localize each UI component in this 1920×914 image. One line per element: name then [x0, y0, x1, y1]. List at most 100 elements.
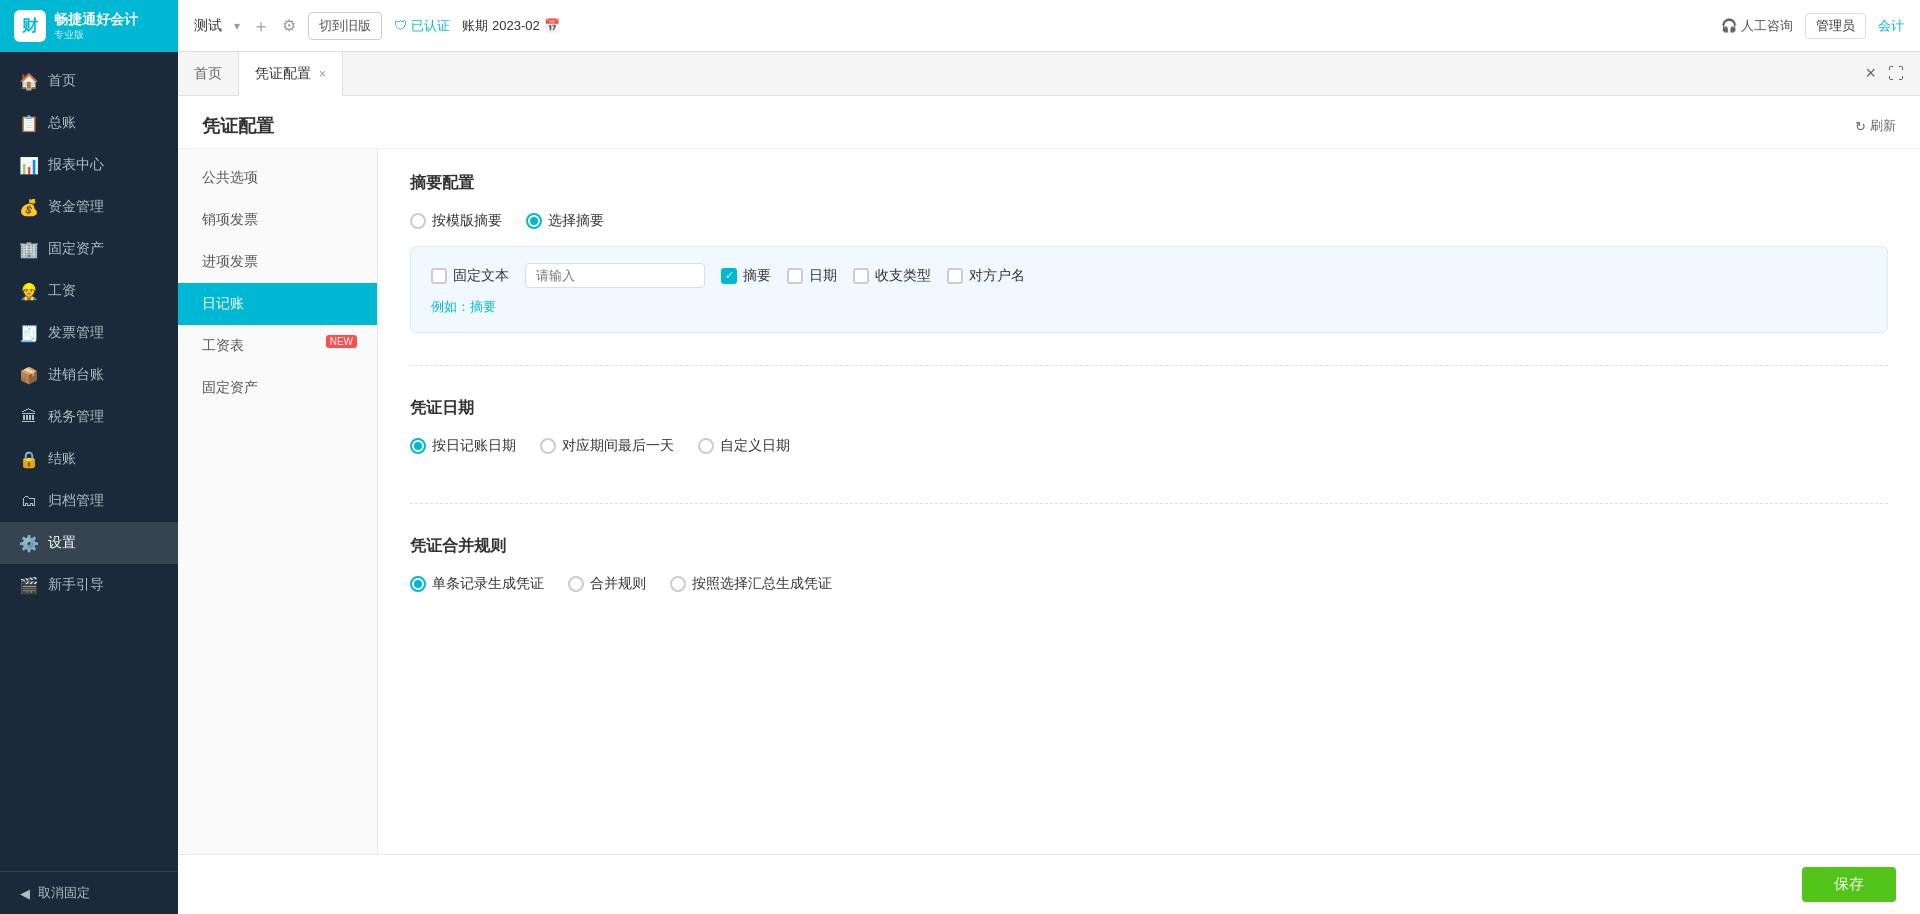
sidebar-icon-assets: 🏢 [20, 240, 38, 258]
merge-section: 凭证合并规则 单条记录生成凭证 合并规则 按照选择汇总生成凭证 [410, 536, 1888, 641]
summary-section: 摘要配置 按模版摘要 选择摘要 固定文本 [410, 173, 1888, 366]
merge-rule-radio[interactable] [568, 576, 584, 592]
fixed-text-checkbox[interactable] [431, 268, 447, 284]
tabbar: 首页凭证配置× × ⛶ [178, 52, 1920, 96]
counterparty-checkbox[interactable] [947, 268, 963, 284]
sidebar-item-ledger[interactable]: 📋 总账 [0, 102, 178, 144]
close-panel-btn[interactable]: × [1865, 63, 1876, 84]
income-type-checkbox[interactable] [853, 268, 869, 284]
admin-btn[interactable]: 管理员 [1805, 13, 1866, 39]
unpin-icon: ◀ [20, 886, 30, 901]
summary-option-template[interactable]: 按模版摘要 [410, 212, 502, 230]
sidebar-item-assets[interactable]: 🏢 固定资产 [0, 228, 178, 270]
save-button[interactable]: 保存 [1802, 867, 1896, 902]
page-header: 凭证配置 ↻ 刷新 [178, 96, 1920, 149]
sidebar-icon-guide: 🎬 [20, 576, 38, 594]
single-radio[interactable] [410, 576, 426, 592]
account-period: 账期 2023-02 📅 [462, 17, 560, 35]
left-nav-purchase[interactable]: 进项发票 [178, 241, 377, 283]
merge-title: 凭证合并规则 [410, 536, 1888, 557]
sidebar-label-purchase: 进销台账 [48, 366, 104, 384]
summary-checkbox[interactable] [721, 268, 737, 284]
sidebar-item-home[interactable]: 🏠 首页 [0, 60, 178, 102]
sidebar-item-invoices[interactable]: 🧾 发票管理 [0, 312, 178, 354]
sidebar-icon-tax: 🏛 [20, 408, 38, 426]
sidebar-item-settings[interactable]: ⚙️ 设置 [0, 522, 178, 564]
sidebar-item-funds[interactable]: 💰 资金管理 [0, 186, 178, 228]
summary-title: 摘要配置 [410, 173, 1888, 194]
switch-version-btn[interactable]: 切到旧版 [308, 12, 382, 40]
summary-config-row: 固定文本 摘要 日期 收支类型 [431, 263, 1867, 288]
add-project-btn[interactable]: ＋ [252, 14, 270, 38]
calendar-icon[interactable]: 📅 [544, 18, 560, 33]
template-radio[interactable] [410, 213, 426, 229]
summary-option-select[interactable]: 选择摘要 [526, 212, 604, 230]
role-label: 会计 [1878, 17, 1904, 35]
tab-close-voucher-config[interactable]: × [319, 67, 326, 81]
sidebar-item-tax[interactable]: 🏛 税务管理 [0, 396, 178, 438]
logo-icon: 财 [14, 10, 46, 42]
date-section: 凭证日期 按日记账日期 对应期间最后一天 自定义日期 [410, 398, 1888, 504]
left-nav-payroll[interactable]: 工资表NEW▾ [178, 325, 377, 367]
date-option-journal[interactable]: 按日记账日期 [410, 437, 516, 455]
last-day-radio[interactable] [540, 438, 556, 454]
right-content: 摘要配置 按模版摘要 选择摘要 固定文本 [378, 149, 1920, 914]
custom-date-radio[interactable] [698, 438, 714, 454]
merge-option-rule[interactable]: 合并规则 [568, 575, 646, 593]
date-option-last-day[interactable]: 对应期间最后一天 [540, 437, 674, 455]
income-type-label: 收支类型 [875, 267, 931, 285]
sidebar-label-archive: 归档管理 [48, 492, 104, 510]
sidebar: 财 畅捷通好会计 专业版 🏠 首页 📋 总账 📊 报表中心 💰 资金管理 🏢 固… [0, 0, 178, 914]
counterparty-checkbox-item[interactable]: 对方户名 [947, 267, 1025, 285]
sidebar-item-purchase[interactable]: 📦 进销台账 [0, 354, 178, 396]
left-nav-public[interactable]: 公共选项 [178, 157, 377, 199]
expand-panel-btn[interactable]: ⛶ [1888, 65, 1904, 83]
last-day-label: 对应期间最后一天 [562, 437, 674, 455]
date-checkbox-item[interactable]: 日期 [787, 267, 837, 285]
sidebar-item-guide[interactable]: 🎬 新手引导 [0, 564, 178, 606]
sidebar-icon-reports: 📊 [20, 156, 38, 174]
settings-icon[interactable]: ⚙ [282, 16, 296, 35]
left-nav-sales[interactable]: 销项发票 [178, 199, 377, 241]
left-nav-journal[interactable]: 日记账 [178, 283, 377, 325]
date-title: 凭证日期 [410, 398, 1888, 419]
sidebar-label-home: 首页 [48, 72, 76, 90]
sidebar-icon-ledger: 📋 [20, 114, 38, 132]
sidebar-icon-archive: 🗂 [20, 492, 38, 510]
tab-voucher-config[interactable]: 凭证配置× [239, 52, 343, 96]
journal-date-radio[interactable] [410, 438, 426, 454]
merge-option-single[interactable]: 单条记录生成凭证 [410, 575, 544, 593]
refresh-btn[interactable]: ↻ 刷新 [1855, 117, 1896, 135]
shield-icon: 🛡 [394, 18, 407, 33]
app-logo: 财 畅捷通好会计 专业版 [0, 0, 178, 52]
unpin-sidebar[interactable]: ◀ 取消固定 [0, 871, 178, 914]
sidebar-item-reports[interactable]: 📊 报表中心 [0, 144, 178, 186]
template-label: 按模版摘要 [432, 212, 502, 230]
summary-merge-radio[interactable] [670, 576, 686, 592]
project-name: 测试 [194, 17, 222, 35]
sidebar-label-close: 结账 [48, 450, 76, 468]
page-title: 凭证配置 [202, 114, 274, 138]
select-radio[interactable] [526, 213, 542, 229]
income-type-checkbox-item[interactable]: 收支类型 [853, 267, 931, 285]
topbar: 测试 ▾ ＋ ⚙ 切到旧版 🛡 已认证 账期 2023-02 📅 🎧 人工咨询 … [178, 0, 1920, 52]
fixed-text-input[interactable] [525, 263, 705, 288]
project-dropdown-icon[interactable]: ▾ [234, 19, 240, 33]
sidebar-item-wages[interactable]: 👷 工资 [0, 270, 178, 312]
sidebar-item-archive[interactable]: 🗂 归档管理 [0, 480, 178, 522]
fixed-text-label: 固定文本 [453, 267, 509, 285]
left-nav-fixed-assets[interactable]: 固定资产 [178, 367, 377, 409]
content-layout: 公共选项销项发票进项发票日记账工资表NEW▾固定资产 摘要配置 按模版摘要 选择… [178, 149, 1920, 914]
sidebar-item-close[interactable]: 🔒 结账 [0, 438, 178, 480]
sidebar-label-reports: 报表中心 [48, 156, 104, 174]
date-checkbox[interactable] [787, 268, 803, 284]
help-btn[interactable]: 🎧 人工咨询 [1721, 17, 1793, 35]
example-text: 例如：摘要 [431, 298, 1867, 316]
date-option-custom[interactable]: 自定义日期 [698, 437, 790, 455]
fixed-text-checkbox-item[interactable]: 固定文本 [431, 267, 509, 285]
tab-home[interactable]: 首页 [178, 52, 239, 96]
merge-option-summary[interactable]: 按照选择汇总生成凭证 [670, 575, 832, 593]
date-label: 日期 [809, 267, 837, 285]
select-label: 选择摘要 [548, 212, 604, 230]
summary-checkbox-item[interactable]: 摘要 [721, 267, 771, 285]
